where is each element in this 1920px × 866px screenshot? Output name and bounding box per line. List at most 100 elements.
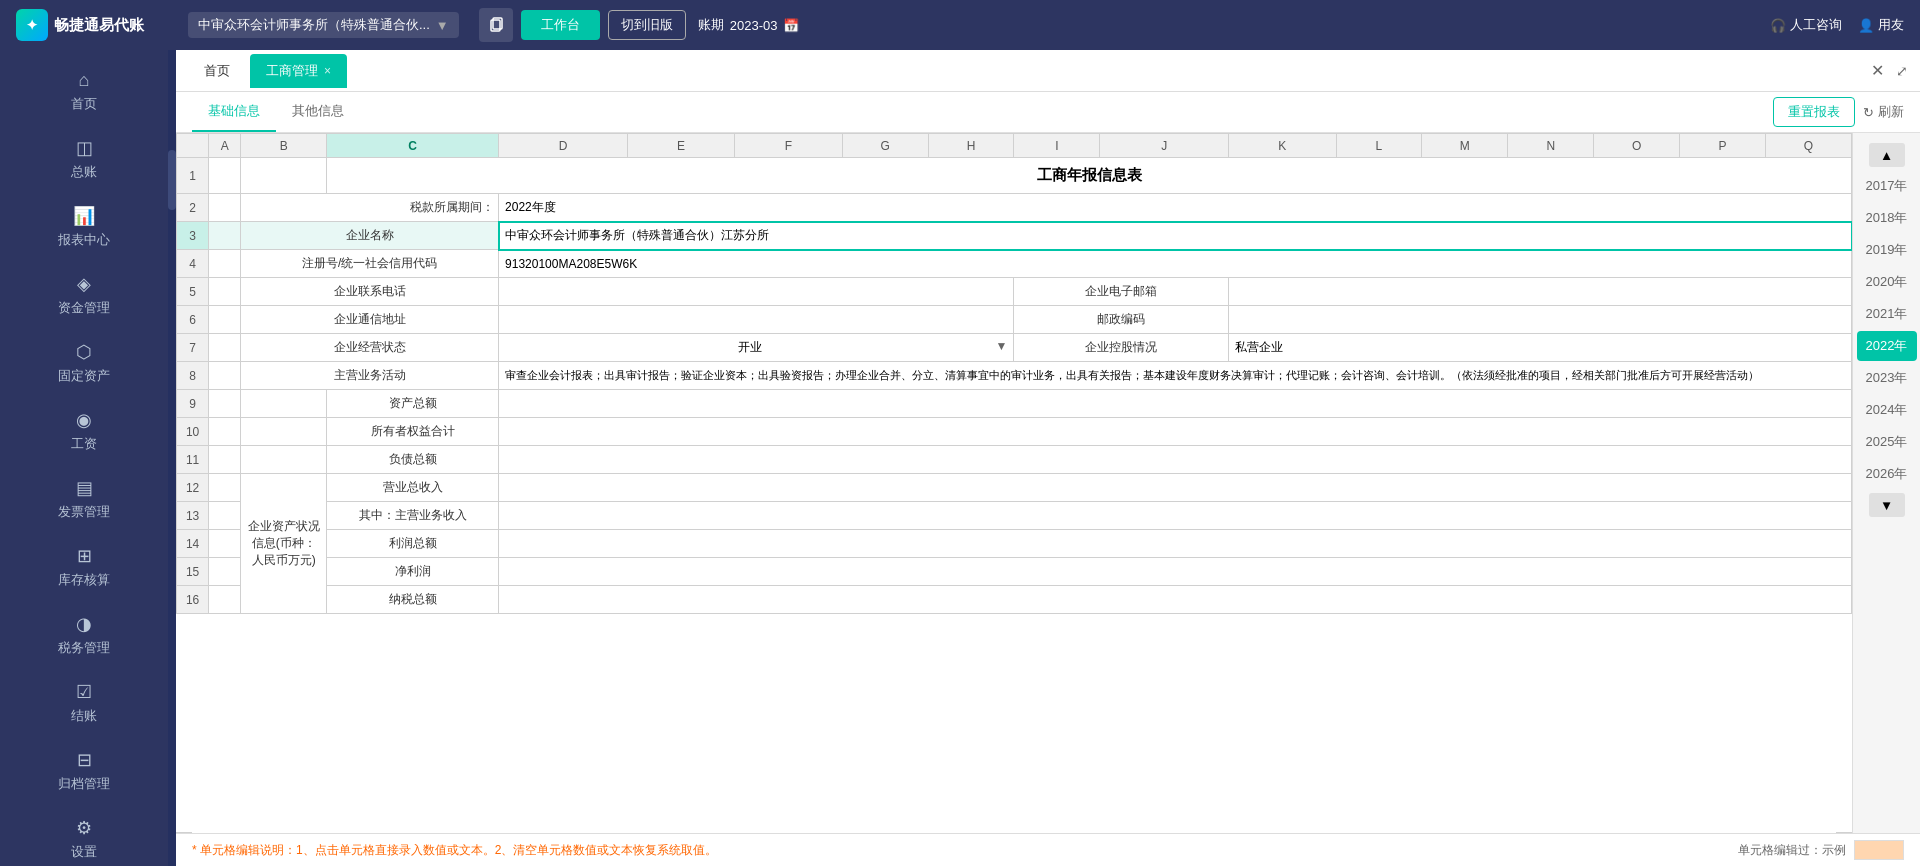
col-header-a[interactable]: A — [209, 134, 241, 158]
cell-12-value[interactable] — [499, 474, 1852, 502]
year-item-2026[interactable]: 2026年 — [1857, 459, 1917, 489]
tab-close-button[interactable]: × — [324, 64, 331, 78]
table-row: 2 税款所属期间： 2022年度 — [177, 194, 1852, 222]
cell-13c: 其中：主营业务收入 — [327, 502, 499, 530]
year-2019-label: 2019年 — [1866, 242, 1908, 257]
cell-5-phone[interactable] — [499, 278, 1014, 306]
sidebar-item-reports[interactable]: 📊 报表中心 — [0, 193, 168, 261]
sidebar-item-label: 归档管理 — [58, 775, 110, 793]
year-item-2019[interactable]: 2019年 — [1857, 235, 1917, 265]
user-avatar[interactable]: 👤 用友 — [1858, 16, 1904, 34]
col-header-f[interactable]: F — [735, 134, 842, 158]
window-close-button[interactable]: ✕ — [1871, 61, 1884, 80]
cell-15c: 净利润 — [327, 558, 499, 586]
sidebar-item-inventory[interactable]: ⊞ 库存核算 — [0, 533, 168, 601]
cell-2d-value[interactable]: 2022年度 — [499, 194, 1852, 222]
company-selector[interactable]: 中审众环会计师事务所（特殊普通合伙... ▼ — [188, 12, 459, 38]
consult-button[interactable]: 🎧 人工咨询 — [1770, 16, 1842, 34]
cell-16-value[interactable] — [499, 586, 1852, 614]
year-item-2020[interactable]: 2020年 — [1857, 267, 1917, 297]
year-up-button[interactable]: ▲ — [1869, 143, 1905, 167]
sidebar-item-archive[interactable]: ⊟ 归档管理 — [0, 737, 168, 805]
tab-commerce[interactable]: 工商管理 × — [250, 54, 347, 88]
col-header-g[interactable]: G — [842, 134, 928, 158]
cell-5-email[interactable] — [1229, 278, 1852, 306]
copy-icon[interactable] — [479, 8, 513, 42]
sidebar-item-funds[interactable]: ◈ 资金管理 — [0, 261, 168, 329]
row-num-8: 8 — [177, 362, 209, 390]
sidebar-scrollbar[interactable] — [168, 50, 176, 866]
sidebar-item-assets[interactable]: ⬡ 固定资产 — [0, 329, 168, 397]
cell-1b — [241, 158, 327, 194]
workbench-button[interactable]: 工作台 — [521, 10, 600, 40]
col-header-b[interactable]: B — [241, 134, 327, 158]
tab-basic-info[interactable]: 基础信息 — [192, 92, 276, 132]
expand-icon[interactable]: ⤢ — [1896, 63, 1908, 79]
sidebar-item-settings[interactable]: ⚙ 设置 — [0, 805, 168, 866]
year-item-2025[interactable]: 2025年 — [1857, 427, 1917, 457]
cell-10b — [241, 418, 327, 446]
year-item-2021[interactable]: 2021年 — [1857, 299, 1917, 329]
cell-8-business[interactable]: 审查企业会计报表；出具审计报告；验证企业资本；出具验资报告；办理企业合并、分立、… — [499, 362, 1852, 390]
tab-other-info[interactable]: 其他信息 — [276, 92, 360, 132]
content-area: 首页 工商管理 × ✕ ⤢ 基础信息 其他信息 重置报表 ↻ 刷新 — [176, 50, 1920, 866]
col-header-c[interactable]: C — [327, 134, 499, 158]
cell-10-value[interactable] — [499, 418, 1852, 446]
home-icon: ⌂ — [79, 70, 90, 91]
sidebar-item-salary[interactable]: ◉ 工资 — [0, 397, 168, 465]
table-row: 14 利润总额 — [177, 530, 1852, 558]
scroll-right-button[interactable]: ▶ — [1836, 832, 1852, 834]
cell-11-value[interactable] — [499, 446, 1852, 474]
cell-9-value[interactable] — [499, 390, 1852, 418]
col-header-e[interactable]: E — [627, 134, 734, 158]
col-header-o[interactable]: O — [1594, 134, 1680, 158]
col-header-d[interactable]: D — [499, 134, 628, 158]
year-2026-label: 2026年 — [1866, 466, 1908, 481]
year-item-2017[interactable]: 2017年 — [1857, 171, 1917, 201]
user-label: 用友 — [1878, 16, 1904, 34]
col-header-i[interactable]: I — [1014, 134, 1100, 158]
year-item-2023[interactable]: 2023年 — [1857, 363, 1917, 393]
year-2020-label: 2020年 — [1866, 274, 1908, 289]
cell-13a — [209, 502, 241, 530]
cell-13-value[interactable] — [499, 502, 1852, 530]
sidebar-item-tax[interactable]: ◑ 税务管理 — [0, 601, 168, 669]
tab-home[interactable]: 首页 — [188, 54, 246, 88]
col-header-n[interactable]: N — [1508, 134, 1594, 158]
col-header-j[interactable]: J — [1100, 134, 1229, 158]
refresh-button[interactable]: ↻ 刷新 — [1863, 97, 1904, 127]
year-item-2018[interactable]: 2018年 — [1857, 203, 1917, 233]
spreadsheet-main: A B C D E F G H I J — [176, 133, 1852, 833]
year-item-2024[interactable]: 2024年 — [1857, 395, 1917, 425]
sidebar-item-close[interactable]: ☑ 结账 — [0, 669, 168, 737]
col-header-l[interactable]: L — [1336, 134, 1422, 158]
cell-7-status[interactable]: 开业 ▼ — [499, 334, 1014, 362]
sidebar-item-label: 资金管理 — [58, 299, 110, 317]
col-header-p[interactable]: P — [1680, 134, 1766, 158]
cell-6-postal[interactable] — [1229, 306, 1852, 334]
cell-3-value[interactable]: 中审众环会计师事务所（特殊普通合伙）江苏分所 — [499, 222, 1852, 250]
cell-6-address[interactable] — [499, 306, 1014, 334]
reset-report-button[interactable]: 重置报表 — [1773, 97, 1855, 127]
scroll-left-button[interactable]: ◀ — [176, 832, 192, 834]
sidebar-item-home[interactable]: ⌂ 首页 — [0, 58, 168, 125]
col-header-m[interactable]: M — [1422, 134, 1508, 158]
col-header-k[interactable]: K — [1229, 134, 1336, 158]
cell-15-value[interactable] — [499, 558, 1852, 586]
year-item-2022[interactable]: 2022年 — [1857, 331, 1917, 361]
cell-14-value[interactable] — [499, 530, 1852, 558]
calendar-icon[interactable]: 📅 — [783, 18, 799, 33]
cell-3bc: 企业名称 — [241, 222, 499, 250]
cell-4-value[interactable]: 91320100MA208E5W6K — [499, 250, 1852, 278]
col-header-q[interactable]: Q — [1765, 134, 1851, 158]
old-version-button[interactable]: 切到旧版 — [608, 10, 686, 40]
col-header-h[interactable]: H — [928, 134, 1014, 158]
app-logo: ✦ 畅捷通易代账 — [16, 9, 176, 41]
spreadsheet-scroll[interactable]: A B C D E F G H I J — [176, 133, 1852, 833]
cell-7-control-value[interactable]: 私营企业 — [1229, 334, 1852, 362]
year-down-button[interactable]: ▼ — [1869, 493, 1905, 517]
sidebar-item-invoice[interactable]: ▤ 发票管理 — [0, 465, 168, 533]
sidebar-item-label: 税务管理 — [58, 639, 110, 657]
row-num-10: 10 — [177, 418, 209, 446]
sidebar-item-ledger[interactable]: ◫ 总账 — [0, 125, 168, 193]
